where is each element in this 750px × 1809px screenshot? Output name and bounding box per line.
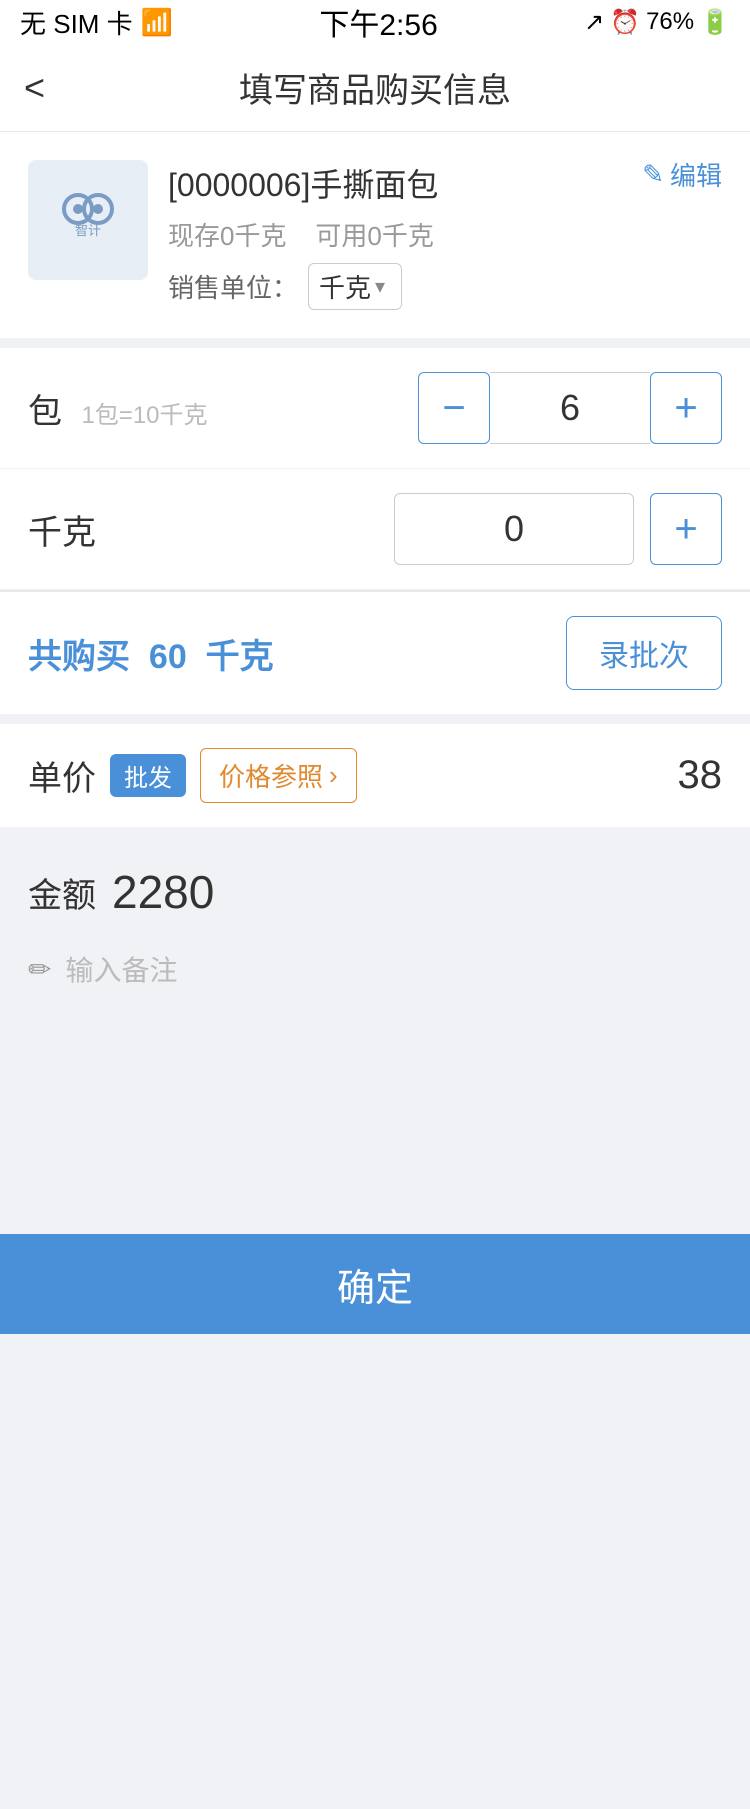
available-value: 可用0千克 [315,221,433,251]
status-right: ↗ ⏰ 76% 🔋 [584,8,730,37]
pack-qty-input[interactable] [490,372,650,444]
pack-label-group: 包 1包=10千克 [28,384,418,433]
edit-icon: ✎ [642,159,664,190]
kg-qty-control: + [394,493,722,565]
price-ref-arrow-icon: › [329,760,338,791]
back-button[interactable]: < [24,67,45,109]
price-ref-label: 价格参照 [219,757,323,794]
pack-plus-button[interactable]: + [650,372,722,444]
price-ref-button[interactable]: 价格参照 › [200,748,357,803]
total-text: 共购买 60 千克 [28,629,274,678]
svg-text:智计: 智计 [75,223,101,238]
kg-label: 千克 [28,505,394,554]
carrier-text: 无 SIM 卡 [20,4,133,41]
price-label: 单价 [28,751,96,800]
pack-section: 包 1包=10千克 − + 千克 + [0,348,750,591]
amount-label: 金额 [28,868,96,917]
location-icon: ↗ [584,8,604,37]
amount-value: 2280 [112,865,214,919]
kg-row: 千克 + [0,469,750,590]
pack-minus-button[interactable]: − [418,372,490,444]
status-bar: 无 SIM 卡 📶 下午2:56 ↗ ⏰ 76% 🔋 [0,0,750,44]
product-image: 智计 [28,160,148,280]
total-prefix: 共购买 [28,638,130,676]
unit-value: 千克 [319,268,371,305]
bottom-bar: 确定 [0,1234,750,1334]
product-info: [0000006]手撕面包 现存0千克 可用0千克 销售单位： 千克 ▾ [168,160,722,310]
edit-button[interactable]: ✎ 编辑 [642,156,722,193]
empty-area [0,1009,750,1809]
wifi-icon: 📶 [141,7,173,38]
stock-value: 现存0千克 [168,221,286,251]
price-section: 单价 批发 价格参照 › 38 [0,724,750,837]
batch-button[interactable]: 录批次 [566,616,722,690]
amount-row: 金额 2280 [28,865,722,919]
unit-select[interactable]: 千克 ▾ [308,263,402,310]
price-left: 单价 批发 价格参照 › [28,748,357,803]
pack-row: 包 1包=10千克 − + [0,348,750,469]
product-stock: 现存0千克 可用0千克 [168,216,722,253]
nav-bar: < 填写商品购买信息 [0,44,750,132]
pack-label: 包 [28,393,62,431]
total-amount: 60 [149,638,187,676]
amount-section: 金额 2280 ✏ 输入备注 [0,837,750,1009]
product-logo: 智计 [53,189,123,251]
confirm-button[interactable]: 确定 [0,1234,750,1334]
pack-hint: 1包=10千克 [81,402,207,429]
battery-text: 76% [646,8,694,36]
remark-placeholder: 输入备注 [65,949,177,989]
price-value: 38 [678,753,723,798]
price-tag: 批发 [110,754,186,797]
battery-icon: 🔋 [700,8,730,37]
kg-qty-input[interactable] [394,493,634,565]
pack-qty-control: − + [418,372,722,444]
kg-plus-button[interactable]: + [650,493,722,565]
alarm-icon: ⏰ [610,8,640,37]
pencil-icon: ✏ [28,953,51,986]
unit-label: 销售单位： [168,268,298,305]
total-row: 共购买 60 千克 录批次 [0,591,750,724]
remark-row[interactable]: ✏ 输入备注 [28,939,722,1009]
total-unit: 千克 [206,638,274,676]
dropdown-arrow-icon: ▾ [375,274,385,299]
time-display: 下午2:56 [319,0,437,44]
page-title: 填写商品购买信息 [239,63,511,112]
product-name: [0000006]手撕面包 [168,160,722,206]
product-card: 智计 [0000006]手撕面包 现存0千克 可用0千克 销售单位： 千克 ▾ … [0,132,750,348]
edit-label: 编辑 [670,156,722,193]
status-left: 无 SIM 卡 📶 [20,4,173,41]
product-unit-row: 销售单位： 千克 ▾ [168,263,722,310]
